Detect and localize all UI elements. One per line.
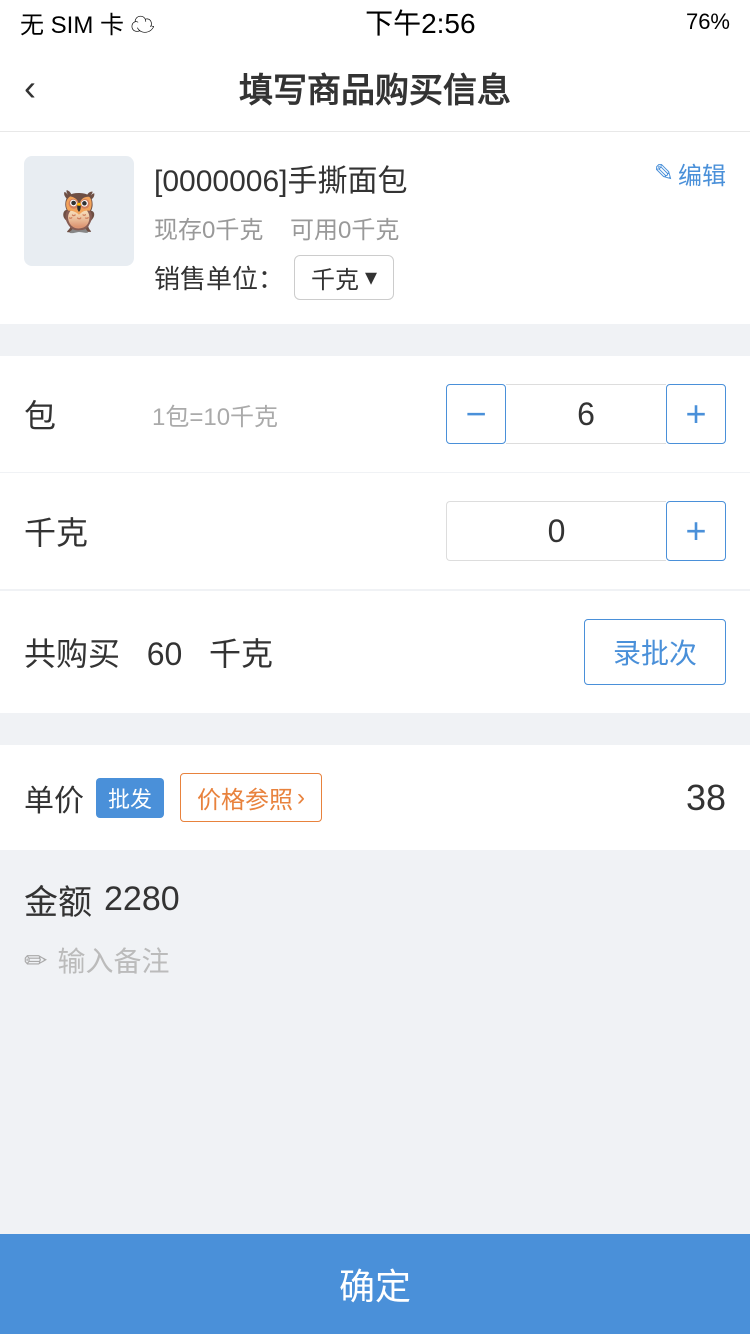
total-amount: 60: [147, 636, 183, 672]
price-badge: 批发: [96, 778, 164, 818]
kg-label: 千克: [24, 508, 144, 554]
pack-quantity-input[interactable]: [506, 384, 666, 444]
back-button[interactable]: ‹: [24, 67, 36, 109]
product-info: [0000006]手撕面包 现存0千克 可用0千克 销售单位： 千克 ▾: [154, 156, 726, 300]
status-time: 下午2:56: [365, 2, 476, 42]
unit-label: 销售单位：: [154, 259, 284, 296]
total-label: 共购买 60 千克: [24, 629, 273, 675]
kg-plus-button[interactable]: +: [666, 501, 726, 561]
pack-label: 包: [24, 391, 144, 437]
status-left: 无 SIM 卡 ☁: [20, 5, 155, 40]
pack-minus-button[interactable]: −: [446, 384, 506, 444]
amount-label: 金额: [24, 875, 92, 924]
stock-separator: [270, 217, 283, 244]
price-value: 38: [686, 777, 726, 819]
unit-value: 千克: [311, 260, 359, 295]
price-ref-arrow-icon: ›: [297, 784, 305, 812]
pack-input-section: 包 1包=10千克 − + 千克 +: [0, 356, 750, 590]
sim-status: 无 SIM 卡 ☁: [20, 5, 155, 40]
total-space: [129, 636, 138, 672]
status-right: 76%: [686, 9, 730, 35]
batch-button[interactable]: 录批次: [584, 619, 726, 685]
status-bar: 无 SIM 卡 ☁ 下午2:56 76%: [0, 0, 750, 44]
price-row: 单价 批发 价格参照 › 38: [0, 745, 750, 851]
edit-button[interactable]: ✎ 编辑: [654, 156, 726, 191]
stock-available: 可用0千克: [290, 217, 399, 244]
price-ref-label: 价格参照: [197, 780, 293, 815]
product-card: 🦉 [0000006]手撕面包 现存0千克 可用0千克 销售单位： 千克 ▾ ✎…: [0, 132, 750, 324]
kg-input-row: 千克 +: [0, 473, 750, 590]
total-prefix: 共购买: [24, 636, 120, 672]
pack-sub-label: 1包=10千克: [152, 397, 278, 432]
kg-quantity-input[interactable]: [446, 501, 666, 561]
product-thumbnail-icon: 🦉: [54, 188, 104, 235]
amount-value: 2280: [104, 880, 180, 919]
unit-dropdown-icon: ▾: [365, 263, 377, 292]
edit-icon: ✎: [654, 159, 674, 188]
product-stock: 现存0千克 可用0千克: [154, 210, 726, 245]
amount-section: 金额 2280 ✏ 输入备注: [0, 851, 750, 1004]
remark-text: 输入备注: [57, 940, 169, 980]
nav-bar: ‹ 填写商品购买信息: [0, 44, 750, 132]
remark-icon: ✏: [24, 944, 47, 977]
amount-row: 金额 2280: [24, 875, 726, 924]
product-unit-row: 销售单位： 千克 ▾: [154, 255, 726, 300]
pack-input-row: 包 1包=10千克 − +: [0, 356, 750, 473]
confirm-button[interactable]: 确定: [0, 1234, 750, 1334]
edit-label: 编辑: [678, 156, 726, 191]
unit-select[interactable]: 千克 ▾: [294, 255, 394, 300]
total-unit: 千克: [209, 636, 273, 672]
section-divider-2: [0, 713, 750, 729]
section-divider-1: [0, 340, 750, 356]
total-space2: [191, 636, 200, 672]
stock-current: 现存0千克: [154, 217, 263, 244]
battery-status: 76%: [686, 9, 730, 35]
product-name: [0000006]手撕面包: [154, 156, 726, 200]
price-label: 单价: [24, 776, 84, 820]
remark-row[interactable]: ✏ 输入备注: [24, 940, 726, 1004]
pack-controls: − +: [446, 384, 726, 444]
pack-plus-button[interactable]: +: [666, 384, 726, 444]
page-title: 填写商品购买信息: [239, 63, 511, 112]
price-section: 单价 批发 价格参照 › 38: [0, 745, 750, 851]
total-row: 共购买 60 千克 录批次: [0, 590, 750, 713]
product-image: 🦉: [24, 156, 134, 266]
price-ref-button[interactable]: 价格参照 ›: [180, 773, 322, 822]
kg-controls: +: [446, 501, 726, 561]
